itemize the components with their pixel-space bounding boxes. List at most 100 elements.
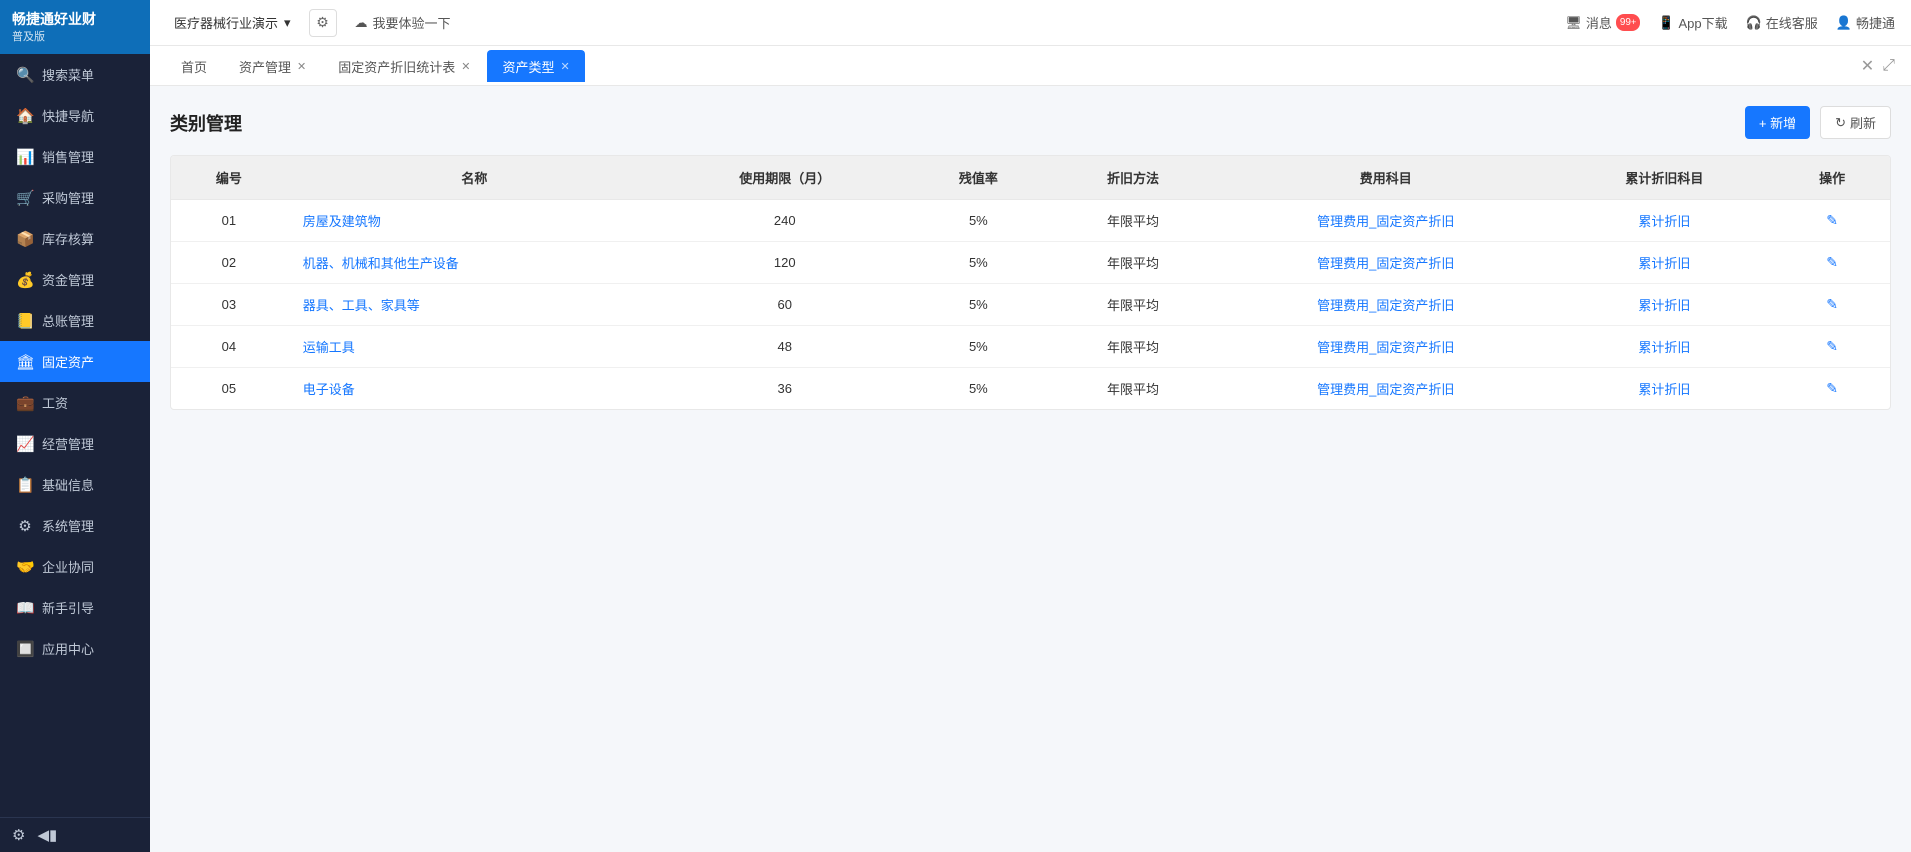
sidebar-label-enterprise: 企业协同 <box>42 557 94 576</box>
add-button[interactable]: + 新增 <box>1745 106 1810 139</box>
cell-5: 管理费用_固定资产折旧 <box>1217 284 1555 326</box>
table-row: 01房屋及建筑物2405%年限平均管理费用_固定资产折旧累计折旧✎ <box>171 200 1890 242</box>
tab-label-depreciation: 固定资产折旧统计表 <box>338 57 455 76</box>
tab-close-asset-mgmt[interactable]: ✕ <box>297 60 306 73</box>
sidebar-item-basic-info[interactable]: 📋 基础信息 <box>0 464 150 505</box>
table-row: 05电子设备365%年限平均管理费用_固定资产折旧累计折旧✎ <box>171 368 1890 410</box>
sidebar-item-app-center[interactable]: 🔲 应用中心 <box>0 628 150 669</box>
sidebar-icon-guide: 📖 <box>16 599 34 617</box>
cell-4: 年限平均 <box>1049 326 1217 368</box>
cell-2: 36 <box>662 368 908 410</box>
cell-0: 02 <box>171 242 287 284</box>
sidebar-item-inventory[interactable]: 📦 库存核算 <box>0 218 150 259</box>
expand-window-icon[interactable]: ⤢ <box>1882 57 1895 75</box>
close-window-icon[interactable]: ✕ <box>1861 56 1874 76</box>
page-header: 类别管理 + 新增 ↻ 刷新 <box>170 106 1891 139</box>
sidebar-icon-salary: 💼 <box>16 394 34 412</box>
company-selector[interactable]: 医疗器械行业演示 ▾ <box>166 9 299 36</box>
tab-home[interactable]: 首页 <box>166 50 222 82</box>
tab-label-asset-type: 资产类型 <box>502 57 554 76</box>
message-item[interactable]: 🖥 消息 99+ <box>1565 13 1640 32</box>
cloud-icon: ☁ <box>355 15 368 31</box>
sidebar-item-purchase[interactable]: 🛒 采购管理 <box>0 177 150 218</box>
cell-6: 累计折旧 <box>1555 242 1775 284</box>
cell-6: 累计折旧 <box>1555 284 1775 326</box>
edit-icon[interactable]: ✎ <box>1826 254 1838 270</box>
sidebar-item-fixed-assets[interactable]: 🏛 固定资产 <box>0 341 150 382</box>
sidebar-icon-fund: 💰 <box>16 271 34 289</box>
edit-icon[interactable]: ✎ <box>1826 296 1838 312</box>
cell-4: 年限平均 <box>1049 284 1217 326</box>
message-label: 消息 <box>1586 13 1612 32</box>
mobile-icon: 📱 <box>1658 15 1674 31</box>
sidebar-toggle-icon[interactable]: ◀▮ <box>37 826 57 844</box>
sidebar-item-search[interactable]: 🔍 搜索菜单 <box>0 54 150 95</box>
header-actions: + 新增 ↻ 刷新 <box>1745 106 1891 139</box>
cell-4: 年限平均 <box>1049 200 1217 242</box>
tab-asset-type[interactable]: 资产类型 ✕ <box>487 50 584 82</box>
table-body: 01房屋及建筑物2405%年限平均管理费用_固定资产折旧累计折旧✎02机器、机械… <box>171 200 1890 410</box>
col-残值率: 残值率 <box>908 156 1050 200</box>
cell-6: 累计折旧 <box>1555 368 1775 410</box>
tabs-bar: 首页 资产管理 ✕ 固定资产折旧统计表 ✕ 资产类型 ✕ ✕ ⤢ <box>150 46 1911 86</box>
app-download-label: App下载 <box>1678 13 1727 32</box>
topbar-right: 🖥 消息 99+ 📱 App下载 🎧 在线客服 👤 畅捷通 <box>1565 13 1895 32</box>
tab-close-depreciation[interactable]: ✕ <box>461 60 470 73</box>
online-service-label: 在线客服 <box>1766 13 1818 32</box>
cell-6: 累计折旧 <box>1555 200 1775 242</box>
user-item[interactable]: 👤 畅捷通 <box>1836 13 1895 32</box>
sidebar-item-system[interactable]: ⚙ 系统管理 <box>0 505 150 546</box>
edit-icon[interactable]: ✎ <box>1826 380 1838 396</box>
topbar-left: 医疗器械行业演示 ▾ ⚙ ☁ 我要体验一下 <box>166 9 459 37</box>
sidebar-item-quick-nav[interactable]: 🏠 快捷导航 <box>0 95 150 136</box>
settings-icon[interactable]: ⚙ <box>12 826 25 844</box>
main-area: 医疗器械行业演示 ▾ ⚙ ☁ 我要体验一下 🖥 消息 99+ 📱 App下载 🎧… <box>150 0 1911 852</box>
refresh-button[interactable]: ↻ 刷新 <box>1820 106 1891 139</box>
cell-1: 电子设备 <box>287 368 662 410</box>
sidebar-icon-fixed-assets: 🏛 <box>16 353 34 371</box>
table-container: 编号名称使用期限（月）残值率折旧方法费用科目累计折旧科目操作 01房屋及建筑物2… <box>170 155 1891 410</box>
cell-2: 240 <box>662 200 908 242</box>
sidebar-nav: 🔍 搜索菜单 🏠 快捷导航 📊 销售管理 🛒 采购管理 📦 库存核算 💰 资金管… <box>0 54 150 817</box>
table-row: 02机器、机械和其他生产设备1205%年限平均管理费用_固定资产折旧累计折旧✎ <box>171 242 1890 284</box>
cell-0: 05 <box>171 368 287 410</box>
company-name: 医疗器械行业演示 <box>174 13 278 32</box>
sidebar-item-fund[interactable]: 💰 资金管理 <box>0 259 150 300</box>
sidebar-label-sales: 销售管理 <box>42 147 94 166</box>
sidebar-label-fund: 资金管理 <box>42 270 94 289</box>
sidebar: 畅捷通好业财 普及版 🔍 搜索菜单 🏠 快捷导航 📊 销售管理 🛒 采购管理 📦… <box>0 0 150 852</box>
cell-1: 房屋及建筑物 <box>287 200 662 242</box>
sidebar-item-sales[interactable]: 📊 销售管理 <box>0 136 150 177</box>
sidebar-item-salary[interactable]: 💼 工资 <box>0 382 150 423</box>
col-操作: 操作 <box>1774 156 1890 200</box>
sidebar-icon-ledger: 📒 <box>16 312 34 330</box>
sidebar-icon-business: 📈 <box>16 435 34 453</box>
cell-1: 机器、机械和其他生产设备 <box>287 242 662 284</box>
settings-button[interactable]: ⚙ <box>309 9 337 37</box>
experience-button[interactable]: ☁ 我要体验一下 <box>347 9 459 36</box>
sidebar-label-basic-info: 基础信息 <box>42 475 94 494</box>
table-header: 编号名称使用期限（月）残值率折旧方法费用科目累计折旧科目操作 <box>171 156 1890 200</box>
sidebar-item-guide[interactable]: 📖 新手引导 <box>0 587 150 628</box>
online-service-item[interactable]: 🎧 在线客服 <box>1746 13 1818 32</box>
category-table: 编号名称使用期限（月）残值率折旧方法费用科目累计折旧科目操作 01房屋及建筑物2… <box>171 156 1890 409</box>
sidebar-label-system: 系统管理 <box>42 516 94 535</box>
cell-5: 管理费用_固定资产折旧 <box>1217 368 1555 410</box>
sidebar-icon-inventory: 📦 <box>16 230 34 248</box>
sidebar-label-guide: 新手引导 <box>42 598 94 617</box>
tab-asset-mgmt[interactable]: 资产管理 ✕ <box>224 50 321 82</box>
edit-icon[interactable]: ✎ <box>1826 338 1838 354</box>
sidebar-item-business[interactable]: 📈 经营管理 <box>0 423 150 464</box>
sidebar-icon-sales: 📊 <box>16 148 34 166</box>
cell-3: 5% <box>908 200 1050 242</box>
tab-depreciation[interactable]: 固定资产折旧统计表 ✕ <box>323 50 485 82</box>
edit-icon[interactable]: ✎ <box>1826 212 1838 228</box>
dropdown-icon: ▾ <box>284 15 291 31</box>
tab-close-asset-type[interactable]: ✕ <box>561 60 570 73</box>
cell-5: 管理费用_固定资产折旧 <box>1217 200 1555 242</box>
cell-3: 5% <box>908 284 1050 326</box>
table-row: 03器具、工具、家具等605%年限平均管理费用_固定资产折旧累计折旧✎ <box>171 284 1890 326</box>
app-download-item[interactable]: 📱 App下载 <box>1658 13 1727 32</box>
sidebar-item-enterprise[interactable]: 🤝 企业协同 <box>0 546 150 587</box>
sidebar-item-ledger[interactable]: 📒 总账管理 <box>0 300 150 341</box>
